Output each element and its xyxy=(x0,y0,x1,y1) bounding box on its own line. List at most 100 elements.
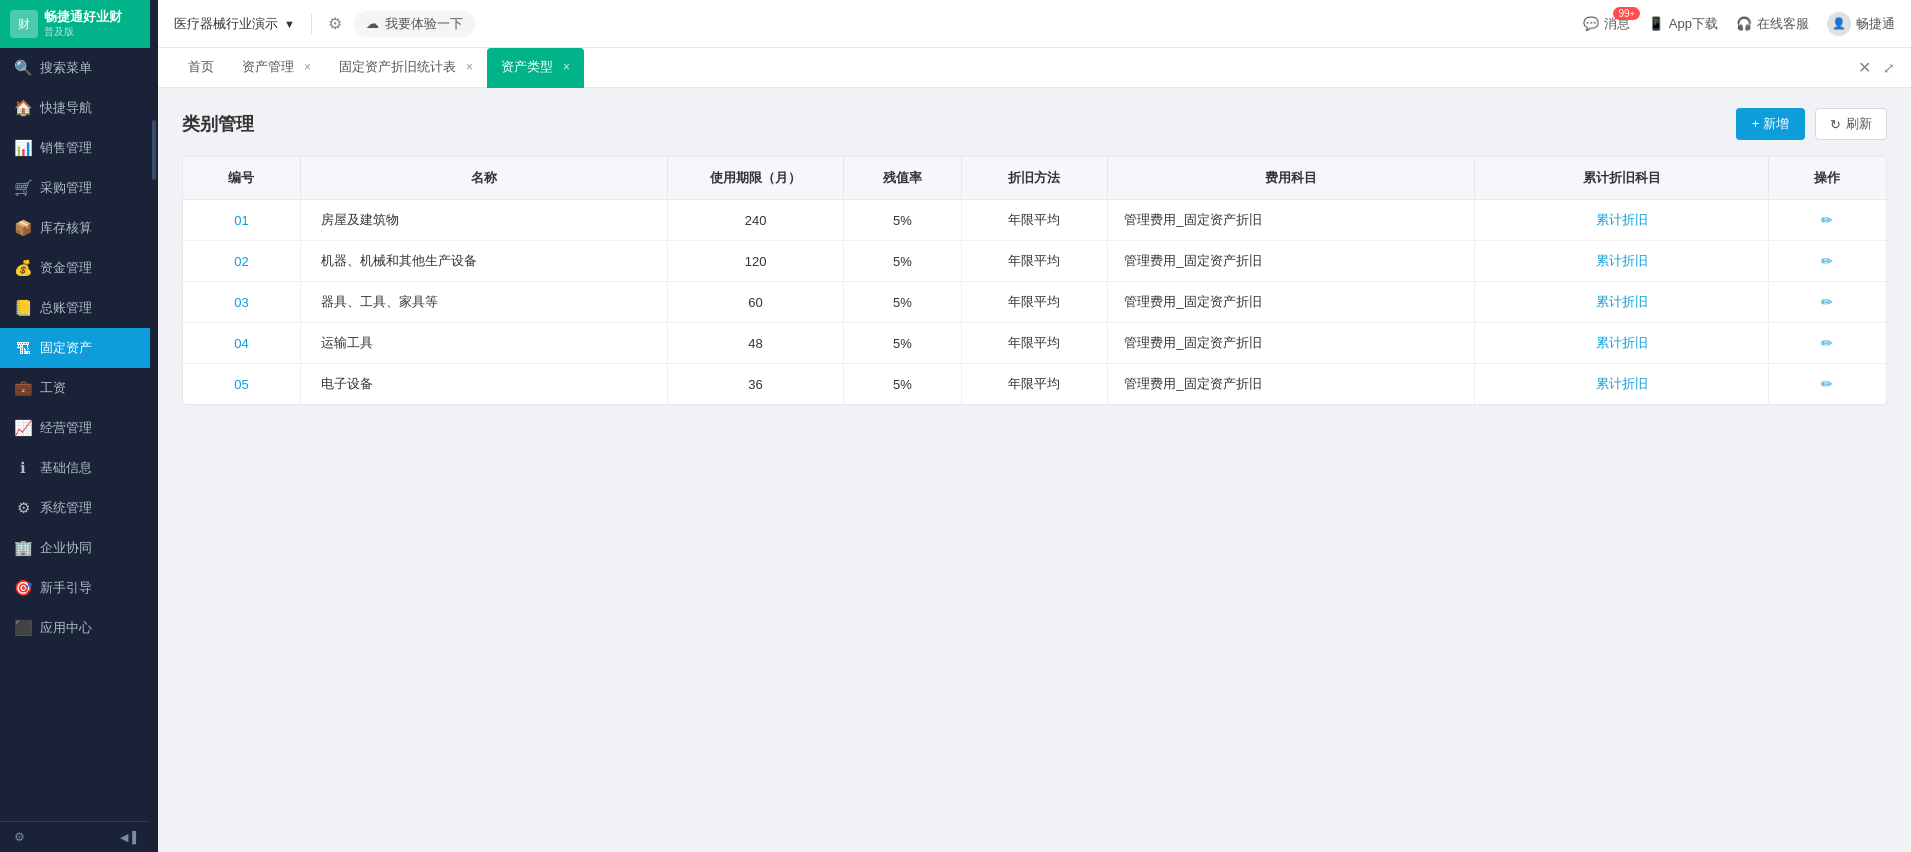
sidebar-item-purchase[interactable]: 🛒 采购管理 xyxy=(0,168,150,208)
cell-period: 48 xyxy=(667,323,843,364)
col-header-no: 编号 xyxy=(183,157,300,200)
tab-window-close-icon[interactable]: ✕ xyxy=(1858,58,1871,77)
cell-name: 器具、工具、家具等 xyxy=(300,282,667,323)
table-row: 01 房屋及建筑物 240 5% 年限平均 管理费用_固定资产折旧 累计折旧 ✏ xyxy=(183,200,1886,241)
sidebar-item-guide[interactable]: 🎯 新手引导 xyxy=(0,568,150,608)
tab-asset-mgmt-close[interactable]: × xyxy=(304,61,311,73)
col-header-op: 操作 xyxy=(1768,157,1886,200)
topbar: 医疗器械行业演示 ▼ ⚙ ☁ 我要体验一下 💬 消息 99 📱 App下载 🎧 … xyxy=(158,0,1911,48)
cell-expense: 管理费用_固定资产折旧 xyxy=(1108,323,1475,364)
cell-method: 年限平均 xyxy=(961,364,1108,405)
cell-accum: 累计折旧 xyxy=(1475,200,1769,241)
sidebar-item-label: 搜索菜单 xyxy=(40,59,92,77)
ledger-icon: 📒 xyxy=(14,299,32,317)
cell-method: 年限平均 xyxy=(961,282,1108,323)
edit-icon[interactable]: ✏ xyxy=(1821,212,1833,228)
cell-op[interactable]: ✏ xyxy=(1768,241,1886,282)
category-table: 编号 名称 使用期限（月） 残值率 折旧方法 费用科目 累计折旧科目 操作 01… xyxy=(182,156,1887,405)
main-area: 医疗器械行业演示 ▼ ⚙ ☁ 我要体验一下 💬 消息 99 📱 App下载 🎧 … xyxy=(158,0,1911,852)
sidebar-item-apps[interactable]: ⬛ 应用中心 xyxy=(0,608,150,648)
sidebar-item-fund[interactable]: 💰 资金管理 xyxy=(0,248,150,288)
col-header-period: 使用期限（月） xyxy=(667,157,843,200)
operations-icon: 📈 xyxy=(14,419,32,437)
sidebar-item-inventory[interactable]: 📦 库存核算 xyxy=(0,208,150,248)
collapse-icon[interactable]: ◀▐ xyxy=(120,831,136,844)
tab-asset-type-label: 资产类型 xyxy=(501,58,553,76)
message-icon: 💬 xyxy=(1583,16,1599,31)
refresh-button[interactable]: ↻ 刷新 xyxy=(1815,108,1887,140)
sidebar-item-label: 基础信息 xyxy=(40,459,92,477)
fixed-assets-icon: 🏗 xyxy=(14,340,32,357)
cell-period: 36 xyxy=(667,364,843,405)
sidebar-item-label: 快捷导航 xyxy=(40,99,92,117)
user-area[interactable]: 👤 畅捷通 xyxy=(1827,12,1895,36)
tab-fixed-assets-table-label: 固定资产折旧统计表 xyxy=(339,58,456,76)
cell-name: 机器、机械和其他生产设备 xyxy=(300,241,667,282)
notifications-button[interactable]: 💬 消息 99 xyxy=(1583,15,1630,33)
sidebar-scrollbar[interactable] xyxy=(150,0,158,852)
experience-button[interactable]: ☁ 我要体验一下 xyxy=(354,11,475,37)
tab-home-label: 首页 xyxy=(188,58,214,76)
sidebar-item-sales[interactable]: 📊 销售管理 xyxy=(0,128,150,168)
cell-method: 年限平均 xyxy=(961,200,1108,241)
cell-op[interactable]: ✏ xyxy=(1768,282,1886,323)
cell-method: 年限平均 xyxy=(961,241,1108,282)
download-icon: 📱 xyxy=(1648,16,1664,31)
tab-fixed-assets-table[interactable]: 固定资产折旧统计表 × xyxy=(325,48,487,88)
edit-icon[interactable]: ✏ xyxy=(1821,376,1833,392)
service-icon: 🎧 xyxy=(1736,16,1752,31)
cell-op[interactable]: ✏ xyxy=(1768,364,1886,405)
cell-period: 60 xyxy=(667,282,843,323)
sidebar-item-quick-nav[interactable]: 🏠 快捷导航 xyxy=(0,88,150,128)
sidebar-item-label: 应用中心 xyxy=(40,619,92,637)
app-download-button[interactable]: 📱 App下载 xyxy=(1648,15,1718,33)
sidebar-item-label: 固定资产 xyxy=(40,339,92,357)
tab-home[interactable]: 首页 xyxy=(174,48,228,88)
cell-no: 02 xyxy=(183,241,300,282)
sidebar-item-basic-info[interactable]: ℹ 基础信息 xyxy=(0,448,150,488)
tab-asset-mgmt[interactable]: 资产管理 × xyxy=(228,48,325,88)
topbar-settings-icon[interactable]: ⚙ xyxy=(328,14,342,33)
page-actions: + 新增 ↻ 刷新 xyxy=(1736,108,1887,140)
page-header: 类别管理 + 新增 ↻ 刷新 xyxy=(182,108,1887,140)
cell-accum: 累计折旧 xyxy=(1475,364,1769,405)
cell-no: 03 xyxy=(183,282,300,323)
tab-asset-type[interactable]: 资产类型 × xyxy=(487,48,584,88)
cell-accum: 累计折旧 xyxy=(1475,282,1769,323)
cell-residual: 5% xyxy=(844,200,961,241)
cell-op[interactable]: ✏ xyxy=(1768,323,1886,364)
sidebar-item-label: 经营管理 xyxy=(40,419,92,437)
sidebar-scroll-thumb xyxy=(152,120,156,180)
sidebar-item-fixed-assets[interactable]: 🏗 固定资产 xyxy=(0,328,150,368)
experience-text: 我要体验一下 xyxy=(385,15,463,33)
tab-window-expand-icon[interactable]: ⤢ xyxy=(1883,60,1895,76)
cell-residual: 5% xyxy=(844,364,961,405)
edit-icon[interactable]: ✏ xyxy=(1821,253,1833,269)
sidebar-item-search[interactable]: 🔍 搜索菜单 xyxy=(0,48,150,88)
app-name: 医疗器械行业演示 xyxy=(174,15,278,33)
edit-icon[interactable]: ✏ xyxy=(1821,294,1833,310)
sidebar-item-enterprise[interactable]: 🏢 企业协同 xyxy=(0,528,150,568)
sidebar-item-system[interactable]: ⚙ 系统管理 xyxy=(0,488,150,528)
online-service-button[interactable]: 🎧 在线客服 xyxy=(1736,15,1809,33)
cell-op[interactable]: ✏ xyxy=(1768,200,1886,241)
edit-icon[interactable]: ✏ xyxy=(1821,335,1833,351)
sidebar-item-ledger[interactable]: 📒 总账管理 xyxy=(0,288,150,328)
cell-accum: 累计折旧 xyxy=(1475,241,1769,282)
app-selector[interactable]: 医疗器械行业演示 ▼ xyxy=(174,15,295,33)
settings-icon[interactable]: ⚙ xyxy=(14,830,25,844)
fund-icon: 💰 xyxy=(14,259,32,277)
sidebar-item-operations[interactable]: 📈 经营管理 xyxy=(0,408,150,448)
sidebar-item-label: 企业协同 xyxy=(40,539,92,557)
apps-icon: ⬛ xyxy=(14,619,32,637)
tab-asset-mgmt-label: 资产管理 xyxy=(242,58,294,76)
table-row: 05 电子设备 36 5% 年限平均 管理费用_固定资产折旧 累计折旧 ✏ xyxy=(183,364,1886,405)
cell-expense: 管理费用_固定资产折旧 xyxy=(1108,282,1475,323)
sidebar-item-payroll[interactable]: 💼 工资 xyxy=(0,368,150,408)
logo-icon: 财 xyxy=(10,10,38,38)
cell-expense: 管理费用_固定资产折旧 xyxy=(1108,200,1475,241)
sidebar-item-label: 资金管理 xyxy=(40,259,92,277)
tab-asset-type-close[interactable]: × xyxy=(563,61,570,73)
new-button[interactable]: + 新增 xyxy=(1736,108,1805,140)
tab-fixed-assets-table-close[interactable]: × xyxy=(466,61,473,73)
